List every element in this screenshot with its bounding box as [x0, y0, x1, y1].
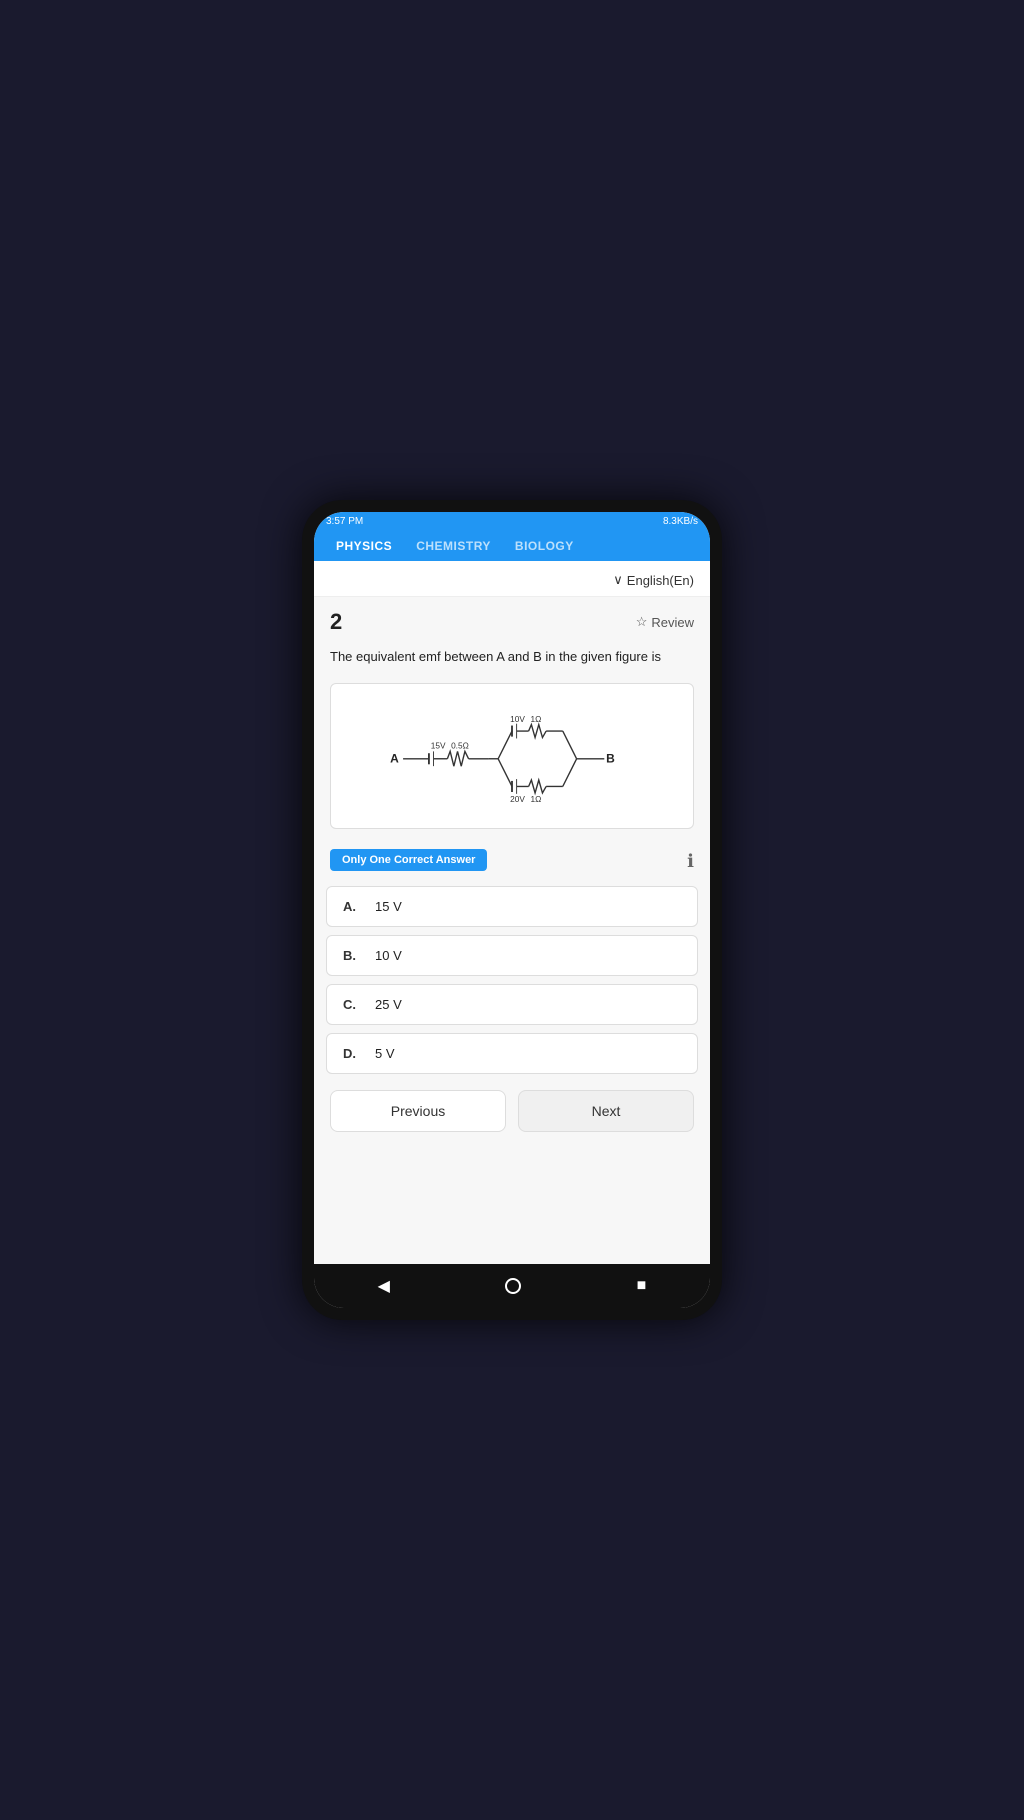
answer-type-row: ℹ Only One Correct Answer [314, 841, 710, 882]
network-speed: 8.3KB/s [663, 516, 698, 527]
svg-text:10V: 10V [510, 713, 525, 723]
time-display: 3:57 PM [326, 516, 363, 527]
nav-tabs: PHYSICS CHEMISTRY BIOLOGY [314, 531, 710, 564]
option-d[interactable]: D. 5 V [326, 1033, 698, 1074]
answer-type-badge: Only One Correct Answer [330, 849, 487, 871]
option-b-label: B. [343, 948, 363, 963]
svg-text:1Ω: 1Ω [530, 794, 541, 804]
phone-frame: 3:57 PM 8.3KB/s PHYSICS CHEMISTRY BIOLOG… [302, 500, 722, 1320]
question-text: The equivalent emf between A and B in th… [314, 643, 710, 679]
nav-buttons: Previous Next [314, 1078, 710, 1144]
review-label: Review [651, 615, 694, 630]
options-container: A. 15 V B. 10 V C. 25 V D. 5 V [314, 882, 710, 1078]
tab-chemistry[interactable]: CHEMISTRY [404, 531, 503, 561]
option-a-label: A. [343, 899, 363, 914]
svg-text:20V: 20V [510, 794, 525, 804]
tab-physics[interactable]: PHYSICS [324, 531, 404, 564]
option-c-label: C. [343, 997, 363, 1012]
back-icon[interactable]: ◀ [366, 1272, 402, 1300]
content-area: ∨ English(En) 2 ☆ Review The equivalent … [314, 564, 710, 1264]
node-b-label: B [606, 751, 615, 765]
svg-text:15V: 15V [431, 740, 446, 750]
star-icon: ☆ [636, 614, 648, 630]
question-header: 2 ☆ Review [314, 597, 710, 643]
option-a[interactable]: A. 15 V [326, 886, 698, 927]
review-button[interactable]: ☆ Review [636, 614, 694, 630]
svg-text:0.5Ω: 0.5Ω [451, 740, 469, 750]
tab-biology[interactable]: BIOLOGY [503, 531, 586, 561]
svg-text:1Ω: 1Ω [530, 713, 541, 723]
option-d-label: D. [343, 1046, 363, 1061]
option-b-value: 10 V [375, 948, 402, 963]
question-number: 2 [330, 609, 342, 635]
home-icon[interactable] [505, 1278, 521, 1294]
status-bar: 3:57 PM 8.3KB/s [314, 512, 710, 531]
node-a-label: A [390, 751, 399, 765]
option-d-value: 5 V [375, 1046, 395, 1061]
language-selector[interactable]: ∨ English(En) [613, 572, 694, 588]
phone-screen: 3:57 PM 8.3KB/s PHYSICS CHEMISTRY BIOLOG… [314, 512, 710, 1308]
recents-icon[interactable]: ■ [625, 1273, 659, 1299]
info-icon[interactable]: ℹ [687, 851, 694, 872]
circuit-diagram: A 15V 0.5Ω [330, 683, 694, 829]
language-bar: ∨ English(En) [314, 564, 710, 597]
option-b[interactable]: B. 10 V [326, 935, 698, 976]
option-c[interactable]: C. 25 V [326, 984, 698, 1025]
language-label: English(En) [627, 573, 694, 588]
bottom-nav: ◀ ■ [314, 1264, 710, 1308]
circuit-svg: A 15V 0.5Ω [382, 696, 642, 816]
chevron-down-icon: ∨ [613, 572, 623, 588]
previous-button[interactable]: Previous [330, 1090, 506, 1132]
option-a-value: 15 V [375, 899, 402, 914]
next-button[interactable]: Next [518, 1090, 694, 1132]
option-c-value: 25 V [375, 997, 402, 1012]
